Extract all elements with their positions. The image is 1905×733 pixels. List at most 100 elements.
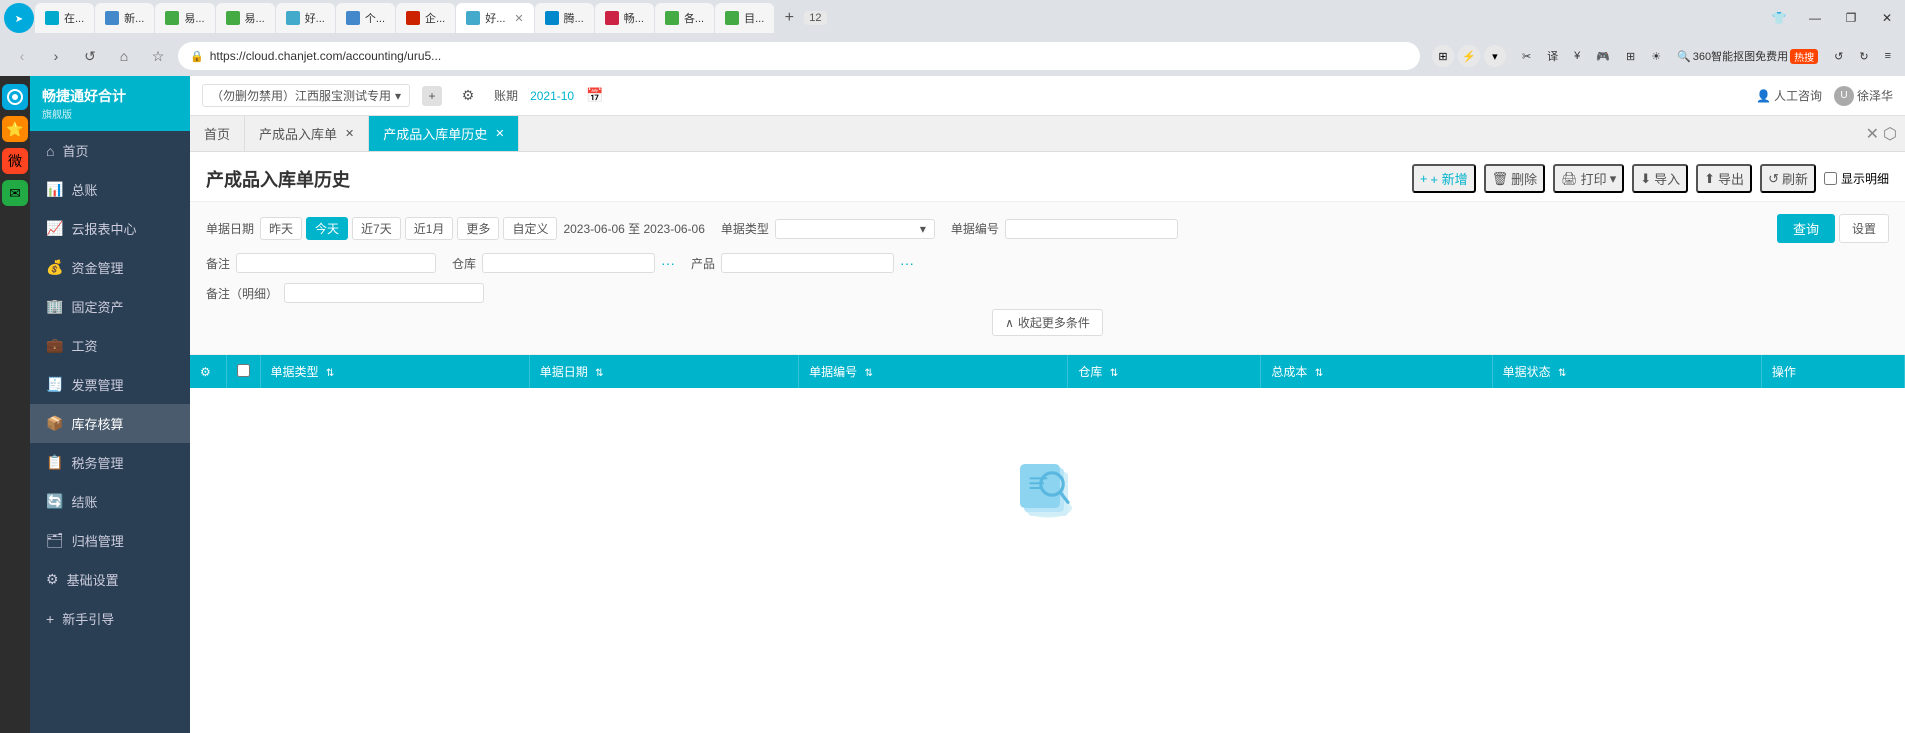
total-cost-column-header[interactable]: 总成本 ⇅: [1261, 355, 1492, 388]
warehouse-more-icon[interactable]: ···: [661, 255, 675, 271]
new-tab-button[interactable]: +: [775, 4, 803, 32]
game-icon[interactable]: 🎮: [1590, 48, 1616, 65]
checkbox-column-header[interactable]: [226, 355, 260, 388]
currency-icon[interactable]: ¥: [1568, 48, 1586, 64]
tab-7[interactable]: 企...: [396, 3, 455, 33]
refresh-data-button[interactable]: ↺ 刷新: [1760, 164, 1816, 193]
period-value[interactable]: 2021-10: [530, 89, 574, 103]
page-tab-history[interactable]: 产成品入库单历史 ✕: [369, 116, 519, 151]
warehouse-input[interactable]: [482, 253, 655, 273]
sidebar-item-settings[interactable]: ⚙ 基础设置: [30, 560, 190, 599]
browser-back-icon[interactable]: ➤: [4, 3, 34, 33]
tab-11[interactable]: 各...: [655, 3, 714, 33]
tab-10[interactable]: 畅...: [595, 3, 654, 33]
doc-type-select[interactable]: ▾: [775, 219, 935, 239]
add-company-button[interactable]: +: [422, 86, 442, 106]
tab-3[interactable]: 易...: [155, 3, 214, 33]
tab-4[interactable]: 易...: [216, 3, 275, 33]
redo-icon[interactable]: ↻: [1853, 48, 1874, 65]
undo-icon[interactable]: ↺: [1828, 48, 1849, 65]
forward-button[interactable]: ›: [42, 42, 70, 70]
product-more-icon[interactable]: ···: [900, 255, 914, 271]
mail-icon[interactable]: ✉: [2, 180, 28, 206]
export-button[interactable]: ⬆ 导出: [1696, 164, 1752, 193]
360-icon[interactable]: [2, 84, 28, 110]
translate-icon[interactable]: 译: [1541, 46, 1564, 66]
tab-8-close[interactable]: ✕: [514, 12, 523, 25]
tab-2[interactable]: 新...: [95, 3, 154, 33]
sidebar-item-tax[interactable]: 📋 税务管理: [30, 443, 190, 482]
user-info[interactable]: U 徐泽华: [1834, 86, 1893, 106]
delete-button[interactable]: 🗑 删除: [1484, 164, 1546, 193]
star-icon[interactable]: ⭐: [2, 116, 28, 142]
sidebar-item-ledger[interactable]: 📊 总账: [30, 170, 190, 209]
company-settings-icon[interactable]: ⚙: [454, 82, 482, 110]
home-button[interactable]: ⌂: [110, 42, 138, 70]
show-detail-input[interactable]: [1824, 172, 1837, 185]
tab-12[interactable]: 目...: [715, 3, 774, 33]
detail-remark-input[interactable]: [284, 283, 484, 303]
doc-date-column-header[interactable]: 单据日期 ⇅: [529, 355, 798, 388]
1month-btn[interactable]: 近1月: [405, 217, 454, 240]
help-link[interactable]: 👤 人工咨询: [1756, 87, 1822, 104]
select-all-checkbox[interactable]: [237, 364, 250, 377]
tab-5[interactable]: 好...: [276, 3, 335, 33]
product-input[interactable]: [721, 253, 894, 273]
sidebar-item-inventory[interactable]: 📦 库存核算: [30, 404, 190, 443]
sidebar-item-reports[interactable]: 📈 云报表中心: [30, 209, 190, 248]
weibo-icon[interactable]: 微: [2, 148, 28, 174]
close-button[interactable]: ✕: [1873, 4, 1901, 32]
page-tab-breadcrumb[interactable]: 首页: [190, 116, 245, 151]
sidebar-item-new[interactable]: + 新手引导: [30, 599, 190, 638]
doc-status-column-header[interactable]: 单据状态 ⇅: [1492, 355, 1761, 388]
scissors-icon[interactable]: ✂: [1516, 48, 1537, 65]
bookmark-button[interactable]: ☆: [144, 42, 172, 70]
new-button[interactable]: + + 新增: [1412, 164, 1476, 193]
refresh-button[interactable]: ↺: [76, 42, 104, 70]
sidebar-item-payroll[interactable]: 💼 工资: [30, 326, 190, 365]
doc-no-input[interactable]: [1005, 219, 1178, 239]
import-button[interactable]: ⬇ 导入: [1632, 164, 1688, 193]
minimize-button[interactable]: —: [1801, 4, 1829, 32]
address-input[interactable]: 🔒 https://cloud.chanjet.com/accounting/u…: [178, 42, 1420, 70]
doc-type-column-header[interactable]: 单据类型 ⇅: [260, 355, 529, 388]
search-button[interactable]: 查询: [1777, 214, 1835, 243]
remark-input[interactable]: [236, 253, 436, 273]
print-button[interactable]: 🖨 打印 ▾: [1553, 164, 1624, 193]
page-tab-list[interactable]: 产成品入库单 ✕: [245, 116, 369, 151]
doc-no-column-header[interactable]: 单据编号 ⇅: [799, 355, 1068, 388]
7days-btn[interactable]: 近7天: [352, 217, 401, 240]
sidebar-item-assets[interactable]: 🏢 固定资产: [30, 287, 190, 326]
lightning-icon[interactable]: ⚡: [1458, 45, 1480, 67]
gear-column-header[interactable]: ⚙: [190, 355, 226, 388]
chevron-down-icon[interactable]: ▾: [1484, 45, 1506, 67]
sidebar-item-invoice[interactable]: 🧾 发票管理: [30, 365, 190, 404]
grid2-icon[interactable]: ⊞: [1620, 48, 1641, 65]
set-button[interactable]: 设置: [1839, 214, 1889, 243]
shirt-icon[interactable]: 👕: [1765, 4, 1793, 32]
sidebar-item-finance[interactable]: 💰 资金管理: [30, 248, 190, 287]
today-btn[interactable]: 今天: [306, 217, 348, 240]
yesterday-btn[interactable]: 昨天: [260, 217, 302, 240]
sidebar-item-archive[interactable]: 🗂 归档管理: [30, 521, 190, 560]
page-tab-list-close[interactable]: ✕: [345, 127, 354, 140]
maximize-button[interactable]: ❐: [1837, 4, 1865, 32]
grid-icon[interactable]: ⊞: [1432, 45, 1454, 67]
tab-9[interactable]: 腾...: [535, 3, 594, 33]
panel-close-icon[interactable]: ✕: [1866, 124, 1879, 144]
back-button[interactable]: ‹: [8, 42, 36, 70]
company-selector[interactable]: （勿删勿禁用）江西服宝测试专用 ▾: [202, 84, 410, 107]
tab-6[interactable]: 个...: [336, 3, 395, 33]
panel-expand-icon[interactable]: ⬡: [1883, 124, 1897, 144]
warehouse-column-header[interactable]: 仓库 ⇅: [1068, 355, 1261, 388]
calendar-icon[interactable]: 📅: [586, 87, 603, 104]
page-tab-history-close[interactable]: ✕: [495, 127, 504, 140]
menu-icon[interactable]: ≡: [1879, 48, 1897, 64]
custom-btn[interactable]: 自定义: [503, 217, 557, 240]
collapse-button[interactable]: ∧ 收起更多条件: [992, 309, 1103, 336]
sidebar-item-home[interactable]: ⌂ 首页: [30, 131, 190, 170]
show-detail-checkbox[interactable]: 显示明细: [1824, 170, 1889, 187]
tab-8[interactable]: 好... ✕: [456, 3, 533, 33]
sidebar-item-settlement[interactable]: 🔄 结账: [30, 482, 190, 521]
tab-1[interactable]: 在...: [35, 3, 94, 33]
